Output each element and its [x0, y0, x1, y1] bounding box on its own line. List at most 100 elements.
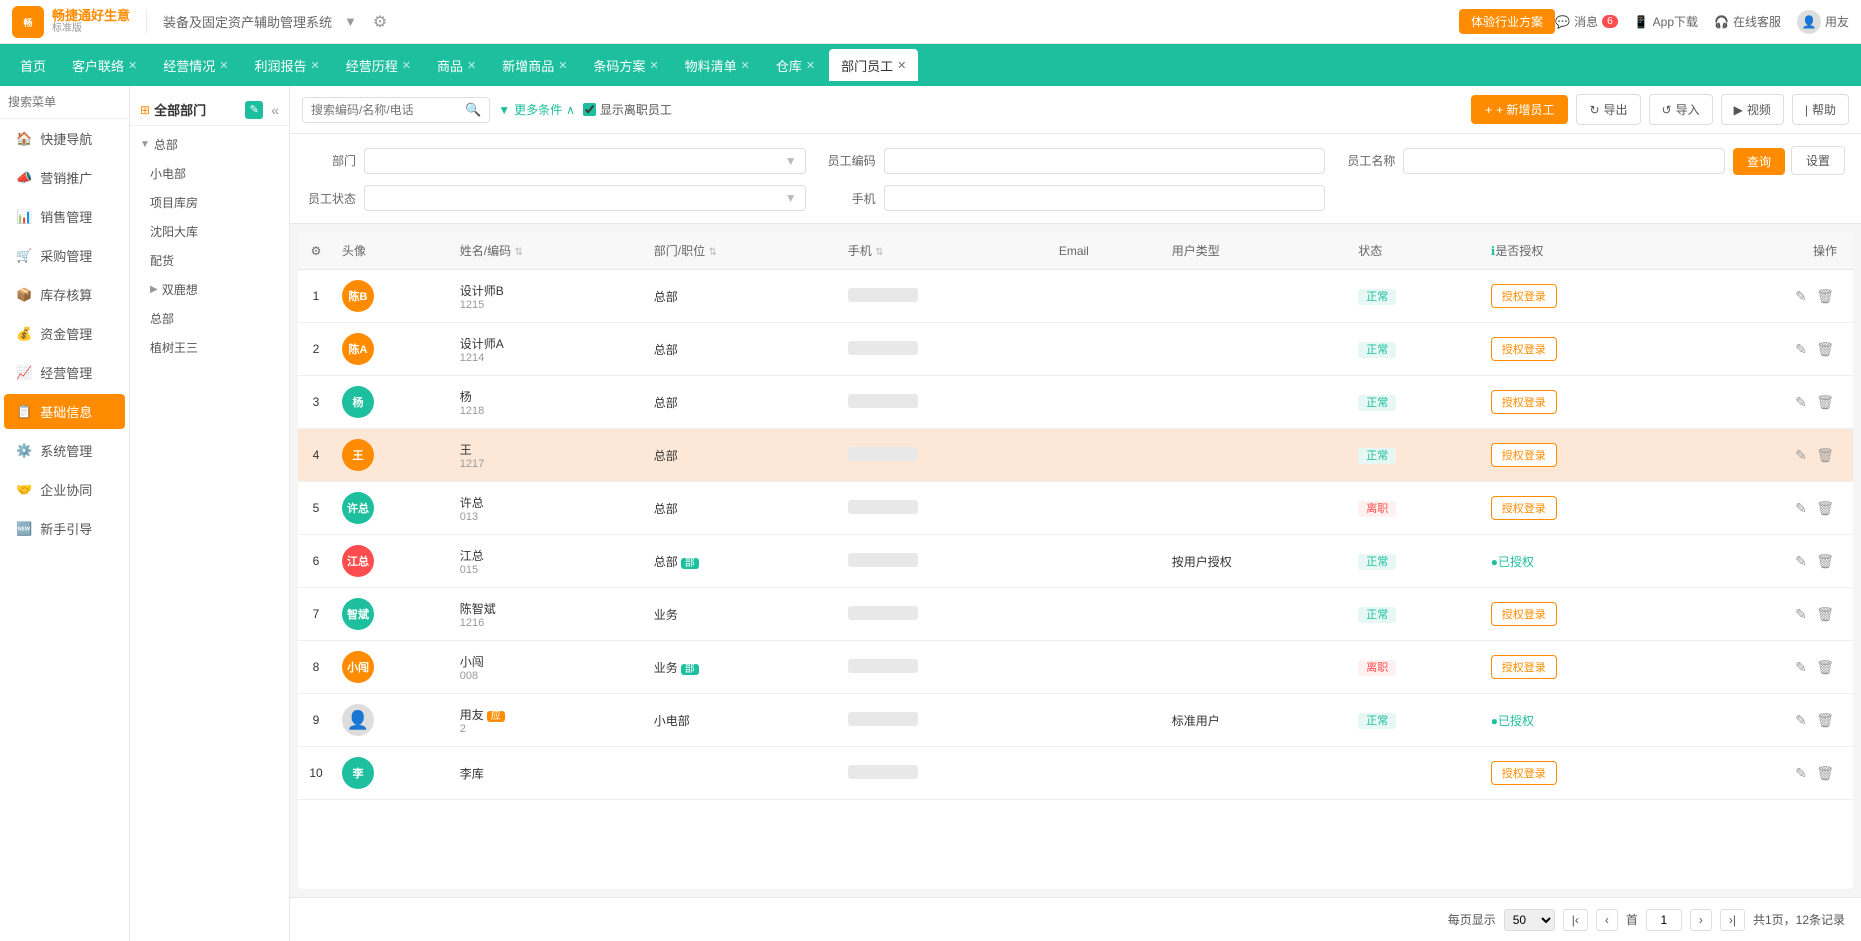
- tree-collapse-icon[interactable]: «: [271, 102, 279, 118]
- dropdown-icon[interactable]: ▼: [344, 14, 357, 29]
- close-tab-icon[interactable]: ✕: [897, 59, 906, 72]
- tree-node-总部[interactable]: ▼总部: [130, 130, 289, 159]
- emp-code-input[interactable]: [884, 148, 1326, 174]
- tree-node-项目库房[interactable]: 项目库房: [130, 188, 289, 217]
- close-tab-icon[interactable]: ✕: [558, 59, 567, 72]
- user-btn[interactable]: 👤 用友: [1797, 10, 1849, 34]
- auth-btn[interactable]: 授权登录: [1491, 390, 1557, 414]
- app-download-btn[interactable]: 📱 App下载: [1634, 13, 1698, 30]
- auth-btn[interactable]: 授权登录: [1491, 496, 1557, 520]
- add-employee-btn[interactable]: + + 新增员工: [1471, 95, 1568, 124]
- edit-icon[interactable]: ✎: [1795, 553, 1807, 569]
- settings-gear-icon[interactable]: ⚙: [373, 12, 387, 32]
- tree-node-小电部[interactable]: 小电部: [130, 159, 289, 188]
- edit-icon[interactable]: ✎: [1795, 341, 1807, 357]
- delete-icon[interactable]: 🗑: [1816, 341, 1834, 357]
- last-page-btn[interactable]: ›|: [1720, 909, 1745, 931]
- delete-icon[interactable]: 🗑: [1816, 553, 1834, 569]
- th-phone[interactable]: 手机 ⇅: [840, 232, 1051, 270]
- delete-icon[interactable]: 🗑: [1816, 447, 1834, 463]
- sidebar-item-guide[interactable]: 🆕新手引导: [0, 509, 129, 548]
- auth-btn[interactable]: 授权登录: [1491, 602, 1557, 626]
- prev-page-btn[interactable]: ‹: [1596, 909, 1618, 931]
- online-service-btn[interactable]: 🎧 在线客服: [1714, 13, 1781, 30]
- close-tab-icon[interactable]: ✕: [219, 59, 228, 72]
- export-btn[interactable]: ↻ 导出: [1576, 94, 1640, 125]
- sidebar-item-system[interactable]: ⚙️系统管理: [0, 431, 129, 470]
- sidebar-item-basic[interactable]: 📋基础信息: [4, 394, 125, 429]
- show-resigned-wrap[interactable]: 显示离职员工: [583, 101, 672, 118]
- th-settings[interactable]: ⚙: [298, 232, 334, 270]
- emp-status-select[interactable]: ▼: [364, 185, 806, 211]
- nav-tab-物料清单[interactable]: 物料清单 ✕: [673, 49, 762, 81]
- sidebar-item-sales[interactable]: 📊销售管理: [0, 197, 129, 236]
- edit-icon[interactable]: ✎: [1795, 288, 1807, 304]
- nav-tab-商品[interactable]: 商品 ✕: [425, 49, 488, 81]
- delete-icon[interactable]: 🗑: [1816, 288, 1834, 304]
- edit-icon[interactable]: ✎: [1795, 712, 1807, 728]
- nav-tab-部门员工[interactable]: 部门员工 ✕: [829, 49, 918, 81]
- tree-node-双鹿想[interactable]: ▶双鹿想: [130, 275, 289, 304]
- nav-tab-仓库[interactable]: 仓库 ✕: [764, 49, 827, 81]
- edit-icon[interactable]: ✎: [1795, 394, 1807, 410]
- delete-icon[interactable]: 🗑: [1816, 765, 1834, 781]
- close-tab-icon[interactable]: ✕: [402, 59, 411, 72]
- edit-icon[interactable]: ✎: [1795, 765, 1807, 781]
- help-btn[interactable]: | 帮助: [1792, 94, 1849, 125]
- import-btn[interactable]: ↺ 导入: [1649, 94, 1713, 125]
- sidebar-item-quick-nav[interactable]: 🏠快捷导航: [0, 119, 129, 158]
- nav-tab-条码方案[interactable]: 条码方案 ✕: [581, 49, 670, 81]
- dept-select[interactable]: ▼: [364, 148, 806, 174]
- edit-icon[interactable]: ✎: [1795, 500, 1807, 516]
- tree-node-总部[interactable]: 总部: [130, 304, 289, 333]
- per-page-select[interactable]: 50 100 200: [1504, 909, 1555, 931]
- first-page-btn[interactable]: |‹: [1563, 909, 1588, 931]
- nav-tab-首页[interactable]: 首页: [8, 49, 58, 81]
- tree-node-沈阳大库[interactable]: 沈阳大库: [130, 217, 289, 246]
- auth-btn[interactable]: 授权登录: [1491, 337, 1557, 361]
- delete-icon[interactable]: 🗑: [1816, 500, 1834, 516]
- delete-icon[interactable]: 🗑: [1816, 394, 1834, 410]
- more-filter-btn[interactable]: ▼ 更多条件 ∧: [498, 101, 575, 118]
- search-menu-input[interactable]: [8, 95, 130, 109]
- view-btn[interactable]: ▶ 视频: [1721, 94, 1784, 125]
- tree-node-植树王三[interactable]: 植树王三: [130, 333, 289, 362]
- close-tab-icon[interactable]: ✕: [128, 59, 137, 72]
- edit-icon[interactable]: ✎: [1795, 606, 1807, 622]
- message-btn[interactable]: 💬 消息 6: [1555, 13, 1618, 30]
- auth-btn[interactable]: 授权登录: [1491, 655, 1557, 679]
- close-tab-icon[interactable]: ✕: [649, 59, 658, 72]
- page-number-input[interactable]: [1646, 909, 1682, 931]
- sidebar-item-inventory[interactable]: 📦库存核算: [0, 275, 129, 314]
- show-resigned-checkbox[interactable]: [583, 103, 596, 116]
- sidebar-item-operation[interactable]: 📈经营管理: [0, 353, 129, 392]
- nav-tab-客户联络[interactable]: 客户联络 ✕: [60, 49, 149, 81]
- th-dept[interactable]: 部门/职位 ⇅: [646, 232, 840, 270]
- next-page-btn[interactable]: ›: [1690, 909, 1712, 931]
- nav-tab-利润报告[interactable]: 利润报告 ✕: [242, 49, 331, 81]
- auth-btn[interactable]: 授权登录: [1491, 284, 1557, 308]
- tree-node-配货[interactable]: 配货: [130, 246, 289, 275]
- search-btn[interactable]: 查询: [1733, 148, 1785, 175]
- setting-btn[interactable]: 设置: [1791, 146, 1845, 175]
- emp-name-input[interactable]: [1403, 148, 1725, 174]
- phone-input[interactable]: [884, 185, 1326, 211]
- delete-icon[interactable]: 🗑: [1816, 712, 1834, 728]
- search-employee-input[interactable]: [311, 103, 461, 117]
- sidebar-item-finance[interactable]: 💰资金管理: [0, 314, 129, 353]
- sidebar-item-purchase[interactable]: 🛒采购管理: [0, 236, 129, 275]
- nav-tab-经营情况[interactable]: 经营情况 ✕: [151, 49, 240, 81]
- delete-icon[interactable]: 🗑: [1816, 659, 1834, 675]
- nav-tab-经营历程[interactable]: 经营历程 ✕: [334, 49, 423, 81]
- close-tab-icon[interactable]: ✕: [806, 59, 815, 72]
- delete-icon[interactable]: 🗑: [1816, 606, 1834, 622]
- experience-btn[interactable]: 体验行业方案: [1459, 9, 1555, 34]
- auth-btn[interactable]: 授权登录: [1491, 761, 1557, 785]
- sidebar-item-collab[interactable]: 🤝企业协同: [0, 470, 129, 509]
- auth-btn[interactable]: 授权登录: [1491, 443, 1557, 467]
- nav-tab-新增商品[interactable]: 新增商品 ✕: [490, 49, 579, 81]
- sidebar-item-marketing[interactable]: 📣营销推广: [0, 158, 129, 197]
- th-name[interactable]: 姓名/编码 ⇅: [452, 232, 646, 270]
- collapse-btn[interactable]: ✎: [245, 101, 263, 119]
- close-tab-icon[interactable]: ✕: [741, 59, 750, 72]
